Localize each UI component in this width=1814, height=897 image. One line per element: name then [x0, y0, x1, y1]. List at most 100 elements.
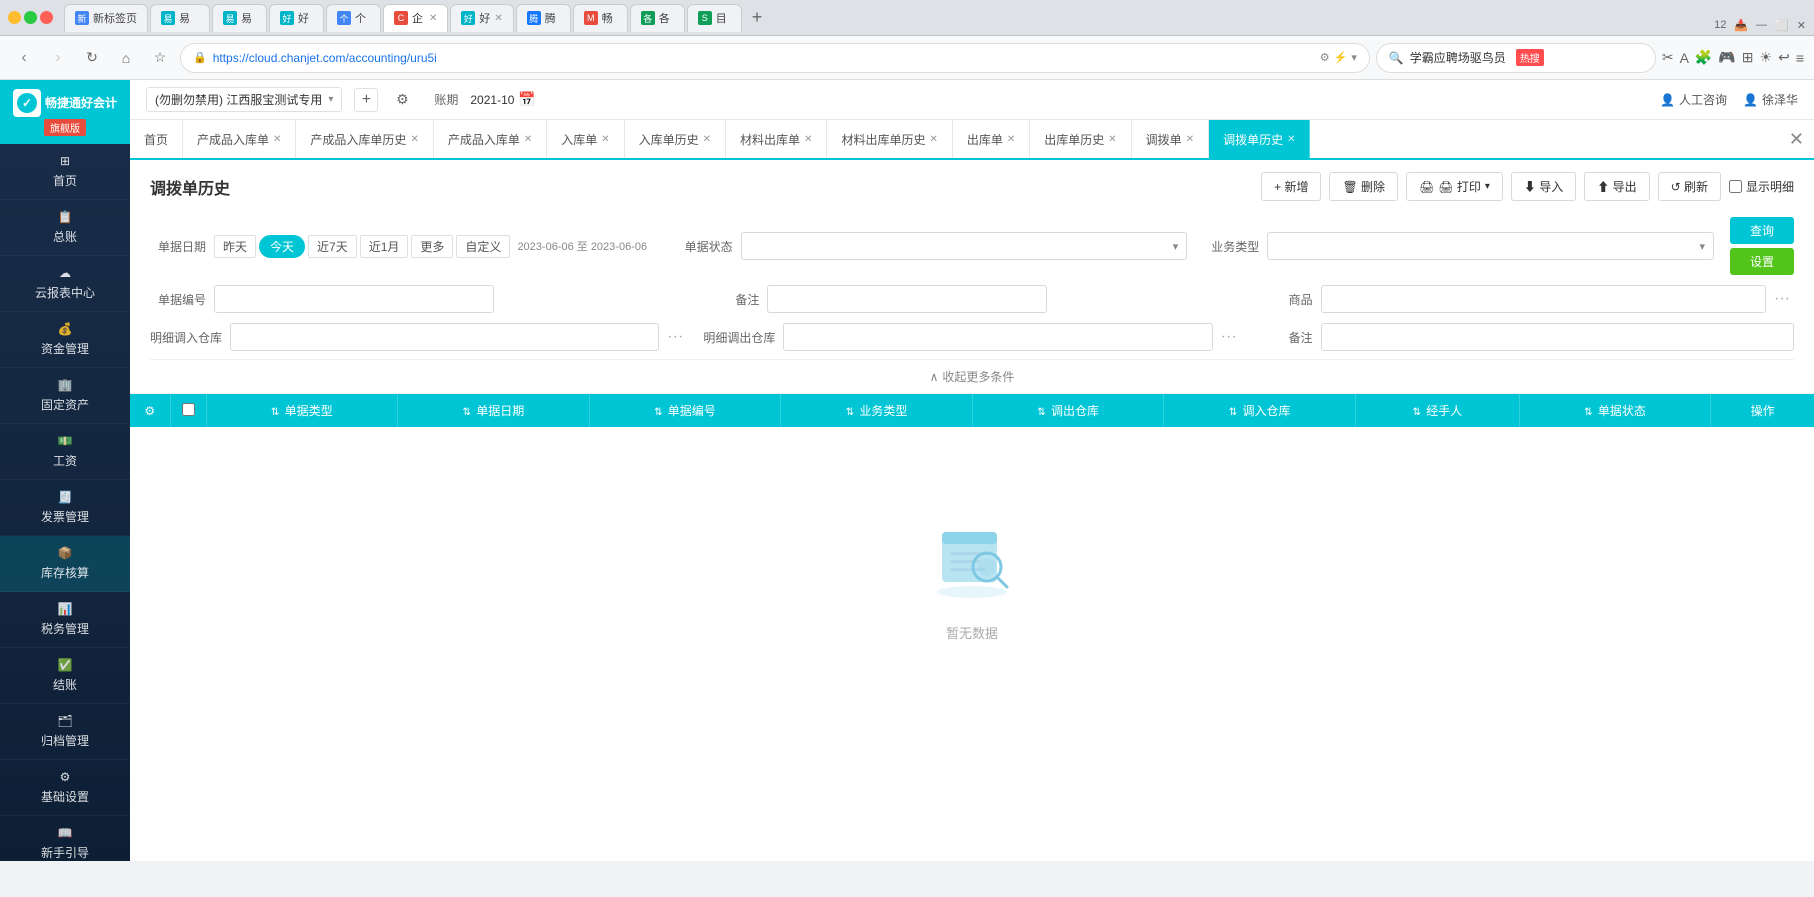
warehouse-out-input[interactable] [783, 323, 1212, 351]
browser-control-maximize[interactable] [24, 11, 37, 24]
browser-control-minimize[interactable] [8, 11, 21, 24]
browser-tab-7[interactable]: 腾 腾 [516, 4, 571, 32]
browser-tab-9[interactable]: 各 各 [630, 4, 685, 32]
settings-button[interactable]: 设置 [1730, 248, 1794, 275]
col-checkbox[interactable] [170, 394, 206, 427]
home-button[interactable]: ⌂ [112, 44, 140, 72]
settings-col-icon[interactable]: ⚙ [144, 404, 155, 418]
tab-material-out-history[interactable]: 材料出库单历史 ✕ [827, 120, 952, 159]
query-button[interactable]: 查询 [1730, 217, 1794, 244]
sidebar-item-cloud-reports[interactable]: ☁ 云报表中心 [0, 256, 130, 312]
sidebar-item-settings[interactable]: ⚙ 基础设置 [0, 760, 130, 816]
sidebar-item-guide[interactable]: 📖 新手引导 [0, 816, 130, 861]
extension-icon[interactable]: 🧩 [1695, 49, 1712, 66]
browser-tab-6[interactable]: 好 好 ✕ [450, 4, 513, 32]
sidebar-item-inventory[interactable]: 📦 库存核算 [0, 536, 130, 592]
collapse-button[interactable]: ∧ 收起更多条件 [150, 359, 1794, 385]
tab-close-icon[interactable]: ✕ [804, 134, 812, 145]
tab-material-out[interactable]: 材料出库单 ✕ [726, 120, 827, 159]
sidebar-item-tax[interactable]: 📊 税务管理 [0, 592, 130, 648]
tab-close-icon[interactable]: ✕ [410, 134, 418, 145]
tab-close-icon[interactable]: ✕ [1108, 134, 1116, 145]
sidebar-item-home[interactable]: ⊞ 首页 [0, 144, 130, 200]
theme-icon[interactable]: ☀ [1760, 49, 1773, 66]
company-selector[interactable]: (勿删勿禁用) 江西服宝测试专用 ▾ [146, 87, 342, 112]
col-transfer-out[interactable]: ⇅ 调出仓库 [972, 394, 1164, 427]
sidebar-item-payroll[interactable]: 💵 工资 [0, 424, 130, 480]
tab-close-icon[interactable]: ✕ [1287, 134, 1295, 145]
warehouse-in-more-icon[interactable]: ··· [663, 328, 687, 346]
status-select[interactable]: ▾ [741, 232, 1188, 260]
business-type-select[interactable]: ▾ [1267, 232, 1714, 260]
date-btn-more[interactable]: 更多 [411, 235, 453, 258]
sidebar-item-archives[interactable]: 🗂 归档管理 [0, 704, 130, 760]
tab-close-icon[interactable]: ✕ [1007, 134, 1015, 145]
display-detail-input[interactable] [1729, 180, 1742, 193]
remark2-input[interactable] [1321, 323, 1794, 351]
translate-icon[interactable]: A [1680, 50, 1689, 66]
tab-close-icon[interactable]: ✕ [273, 134, 281, 145]
browser-tab-4[interactable]: 个 个 [326, 4, 381, 32]
user-button[interactable]: 👤 徐泽华 [1743, 91, 1798, 108]
goods-input[interactable] [1321, 285, 1766, 313]
tab-product-stock-in-history[interactable]: 产成品入库单历史 ✕ [296, 120, 433, 159]
tab-product-stock-in-2[interactable]: 产成品入库单 ✕ [434, 120, 547, 159]
game-icon[interactable]: 🎮 [1718, 49, 1735, 66]
browser-search-bar[interactable]: 🔍 学霸应聘场驱鸟员 热搜 [1376, 43, 1656, 73]
tab-stock-in-history[interactable]: 入库单历史 ✕ [625, 120, 726, 159]
tab-stock-in[interactable]: 入库单 ✕ [547, 120, 624, 159]
select-all-checkbox[interactable] [182, 403, 195, 416]
col-doc-date[interactable]: ⇅ 单据日期 [398, 394, 590, 427]
display-detail-checkbox[interactable]: 显示明细 [1729, 178, 1794, 195]
service-button[interactable]: 👤 人工咨询 [1660, 91, 1727, 108]
tab-close-icon[interactable]: ✕ [703, 134, 711, 145]
tab-transfer[interactable]: 调拨单 ✕ [1132, 120, 1209, 159]
tab-transfer-history[interactable]: 调拨单历史 ✕ [1209, 120, 1310, 159]
undo-icon[interactable]: ↩ [1778, 49, 1790, 66]
sidebar-item-fixed-assets[interactable]: 🏢 固定资产 [0, 368, 130, 424]
tab-close-icon[interactable]: ✕ [524, 134, 532, 145]
col-doc-number[interactable]: ⇅ 单据编号 [589, 394, 781, 427]
sidebar-item-ledger[interactable]: 📋 总账 [0, 200, 130, 256]
browser-tab-8[interactable]: M 畅 [573, 4, 628, 32]
col-transfer-in[interactable]: ⇅ 调入仓库 [1164, 394, 1356, 427]
tab-stock-out[interactable]: 出库单 ✕ [953, 120, 1030, 159]
back-button[interactable]: ‹ [10, 44, 38, 72]
add-company-button[interactable]: + [354, 88, 378, 112]
import-button[interactable]: ⬇ 导入 [1511, 172, 1576, 201]
refresh-button[interactable]: ↻ [78, 44, 106, 72]
refresh-button[interactable]: ↺ 刷新 [1658, 172, 1721, 201]
warehouse-out-more-icon[interactable]: ··· [1217, 328, 1241, 346]
address-bar[interactable]: 🔒 https://cloud.chanjet.com/accounting/u… [180, 43, 1370, 73]
delete-button[interactable]: 🗑 删除 [1329, 172, 1398, 201]
browser-tab-1[interactable]: 易 易 [150, 4, 210, 32]
remark-input[interactable] [767, 285, 1047, 313]
warehouse-in-input[interactable] [230, 323, 659, 351]
export-button[interactable]: ⬆ 导出 [1584, 172, 1649, 201]
date-btn-custom[interactable]: 自定义 [456, 235, 510, 258]
tab-close-icon[interactable]: ✕ [601, 134, 609, 145]
col-business-type[interactable]: ⇅ 业务类型 [781, 394, 973, 427]
doc-number-input[interactable] [214, 285, 494, 313]
grid-icon[interactable]: ⊞ [1742, 49, 1754, 66]
col-doc-status[interactable]: ⇅ 单据状态 [1519, 394, 1711, 427]
sidebar-item-funds[interactable]: 💰 资金管理 [0, 312, 130, 368]
close-all-tabs-button[interactable]: ✕ [1779, 129, 1814, 150]
menu-icon[interactable]: ≡ [1796, 50, 1804, 66]
company-settings-button[interactable]: ⚙ [390, 88, 414, 112]
browser-tab-10[interactable]: S 目 [687, 4, 742, 32]
col-settings[interactable]: ⚙ [130, 394, 170, 427]
new-tab-button[interactable]: + [744, 4, 771, 32]
browser-tab-3[interactable]: 好 好 [269, 4, 324, 32]
tab-home[interactable]: 首页 [130, 120, 183, 159]
address-menu-button[interactable]: ⚙ ⚡ ▾ [1320, 51, 1357, 64]
browser-control-close[interactable] [40, 11, 53, 24]
date-btn-1month[interactable]: 近1月 [360, 235, 409, 258]
browser-tab-0[interactable]: 新 新标签页 [64, 4, 148, 32]
print-button[interactable]: 🖨 🖨 打印 ▾ [1406, 172, 1503, 201]
browser-tab-5[interactable]: C 企 ✕ [383, 4, 448, 32]
sidebar-item-closing[interactable]: ✅ 结账 [0, 648, 130, 704]
scissors-icon[interactable]: ✂ [1662, 49, 1674, 66]
col-doc-type[interactable]: ⇅ 单据类型 [206, 394, 398, 427]
tab-close-icon[interactable]: ✕ [929, 134, 937, 145]
